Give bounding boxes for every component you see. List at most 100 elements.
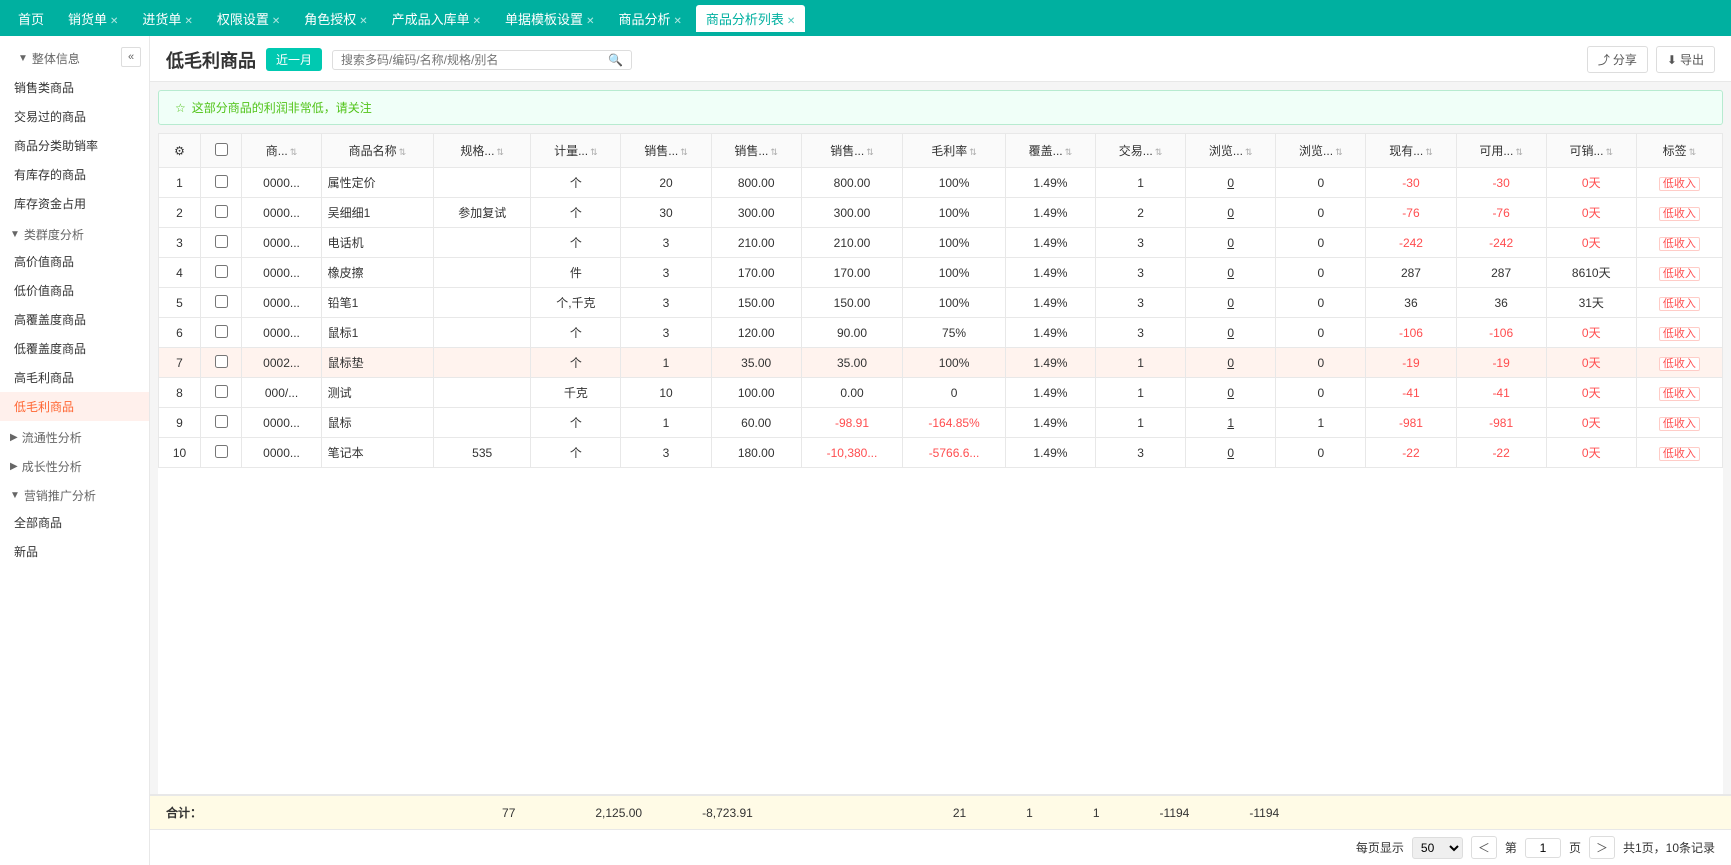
col-coverage[interactable]: 覆盖...⇅ [1005, 134, 1095, 168]
nav-close-analysis[interactable]: ✕ [673, 16, 681, 27]
row-select-checkbox[interactable] [215, 325, 228, 338]
row-view1[interactable]: 0 [1186, 168, 1276, 198]
col-sales-price[interactable]: 销售...⇅ [711, 134, 801, 168]
row-code: 0000... [242, 228, 321, 258]
nav-template[interactable]: 单据模板设置✕ [495, 5, 604, 32]
sidebar-item-capital[interactable]: 库存资金占用 [0, 189, 149, 218]
row-view1[interactable]: 1 [1186, 408, 1276, 438]
search-input[interactable] [341, 53, 608, 67]
sidebar-item-high-value[interactable]: 高价值商品 [0, 247, 149, 276]
sidebar-item-in-stock[interactable]: 有库存的商品 [0, 160, 149, 189]
row-checkbox[interactable] [201, 318, 242, 348]
page-number-input[interactable] [1525, 838, 1561, 858]
row-checkbox[interactable] [201, 168, 242, 198]
col-sales-profit[interactable]: 销售...⇅ [801, 134, 903, 168]
col-stock-current[interactable]: 现有...⇅ [1366, 134, 1456, 168]
row-coverage: 1.49% [1005, 348, 1095, 378]
col-settings[interactable]: ⚙ [159, 134, 201, 168]
col-gross-margin[interactable]: 毛利率⇅ [903, 134, 1006, 168]
nav-product-entry[interactable]: 产成品入库单✕ [382, 5, 491, 32]
search-icon[interactable]: 🔍 [608, 53, 623, 67]
prev-page-btn[interactable]: ＜ [1471, 836, 1497, 859]
nav-close-template[interactable]: ✕ [586, 16, 594, 27]
filter-period-btn[interactable]: 近一月 [266, 48, 322, 71]
next-page-btn[interactable]: ＞ [1589, 836, 1615, 859]
nav-purchase[interactable]: 进货单✕ [132, 5, 202, 32]
row-checkbox[interactable] [201, 378, 242, 408]
sidebar-item-low-coverage[interactable]: 低覆盖度商品 [0, 334, 149, 363]
col-checkbox[interactable] [201, 134, 242, 168]
row-select-checkbox[interactable] [215, 385, 228, 398]
row-checkbox[interactable] [201, 438, 242, 468]
row-checkbox[interactable] [201, 408, 242, 438]
nav-analysis-list[interactable]: 商品分析列表✕ [696, 5, 805, 32]
sidebar-group-overall[interactable]: ▼ 整体信息 [8, 42, 90, 71]
nav-roles[interactable]: 角色授权✕ [294, 5, 377, 32]
col-name[interactable]: 商品名称⇅ [321, 134, 433, 168]
row-checkbox[interactable] [201, 348, 242, 378]
nav-analysis[interactable]: 商品分析✕ [608, 5, 691, 32]
sidebar-item-traded-products[interactable]: 交易过的商品 [0, 102, 149, 131]
nav-sales[interactable]: 销货单✕ [58, 5, 128, 32]
sidebar-item-sales-products[interactable]: 销售类商品 [0, 73, 149, 102]
row-checkbox[interactable] [201, 288, 242, 318]
row-select-checkbox[interactable] [215, 415, 228, 428]
sidebar-collapse-btn[interactable]: « [121, 47, 141, 67]
row-stock-available: -242 [1456, 228, 1546, 258]
row-checkbox[interactable] [201, 198, 242, 228]
nav-close-sales[interactable]: ✕ [110, 16, 118, 27]
nav-close-purchase[interactable]: ✕ [184, 16, 192, 27]
sidebar-group-cluster[interactable]: ▼ 类群度分析 [0, 218, 149, 247]
row-view1[interactable]: 0 [1186, 198, 1276, 228]
row-select-checkbox[interactable] [215, 445, 228, 458]
row-view1[interactable]: 0 [1186, 228, 1276, 258]
col-view1[interactable]: 浏览...⇅ [1186, 134, 1276, 168]
col-tag[interactable]: 标签⇅ [1636, 134, 1722, 168]
row-checkbox[interactable] [201, 228, 242, 258]
sidebar-item-all-products[interactable]: 全部商品 [0, 508, 149, 537]
sidebar-item-high-coverage[interactable]: 高覆盖度商品 [0, 305, 149, 334]
row-view1[interactable]: 0 [1186, 348, 1276, 378]
row-select-checkbox[interactable] [215, 235, 228, 248]
row-checkbox[interactable] [201, 258, 242, 288]
row-select-checkbox[interactable] [215, 205, 228, 218]
nav-permissions[interactable]: 权限设置✕ [207, 5, 290, 32]
row-select-checkbox[interactable] [215, 295, 228, 308]
row-code: 0000... [242, 438, 321, 468]
nav-close-product-entry[interactable]: ✕ [473, 16, 481, 27]
nav-home[interactable]: 首页 [8, 5, 54, 32]
sidebar-item-category-rate[interactable]: 商品分类助销率 [0, 131, 149, 160]
row-view1[interactable]: 0 [1186, 288, 1276, 318]
sidebar-group-marketing[interactable]: ▼ 营销推广分析 [0, 479, 149, 508]
col-sales-qty[interactable]: 销售...⇅ [621, 134, 711, 168]
nav-close-roles[interactable]: ✕ [359, 16, 367, 27]
col-stock-saleable[interactable]: 可销...⇅ [1546, 134, 1636, 168]
row-view1[interactable]: 0 [1186, 258, 1276, 288]
row-view1[interactable]: 0 [1186, 438, 1276, 468]
export-button[interactable]: ⬇ 导出 [1656, 46, 1715, 73]
col-spec[interactable]: 规格...⇅ [434, 134, 531, 168]
row-view1[interactable]: 0 [1186, 318, 1276, 348]
sidebar-item-low-value[interactable]: 低价值商品 [0, 276, 149, 305]
nav-close-permissions[interactable]: ✕ [272, 16, 280, 27]
col-trade[interactable]: 交易...⇅ [1095, 134, 1185, 168]
sidebar-item-low-margin[interactable]: 低毛利商品 [0, 392, 149, 421]
sidebar-group-flow[interactable]: ▶ 流通性分析 [0, 421, 149, 450]
col-code[interactable]: 商...⇅ [242, 134, 321, 168]
sidebar-item-high-margin[interactable]: 高毛利商品 [0, 363, 149, 392]
share-button[interactable]: ⤴ 分享 [1587, 46, 1648, 73]
footer-sales-price: 2,125.00 [595, 806, 642, 820]
row-select-checkbox[interactable] [215, 265, 228, 278]
row-select-checkbox[interactable] [215, 175, 228, 188]
row-select-checkbox[interactable] [215, 355, 228, 368]
sidebar-group-growth[interactable]: ▶ 成长性分析 [0, 450, 149, 479]
col-unit[interactable]: 计量...⇅ [531, 134, 621, 168]
col-view2[interactable]: 浏览...⇅ [1276, 134, 1366, 168]
export-icon: ⬇ [1667, 53, 1677, 67]
page-size-select[interactable]: 50 100 200 [1412, 837, 1463, 859]
select-all-checkbox[interactable] [215, 143, 228, 156]
sidebar-item-new-products[interactable]: 新品 [0, 537, 149, 566]
row-view1[interactable]: 0 [1186, 378, 1276, 408]
col-stock-available[interactable]: 可用...⇅ [1456, 134, 1546, 168]
nav-close-analysis-list[interactable]: ✕ [787, 16, 795, 27]
